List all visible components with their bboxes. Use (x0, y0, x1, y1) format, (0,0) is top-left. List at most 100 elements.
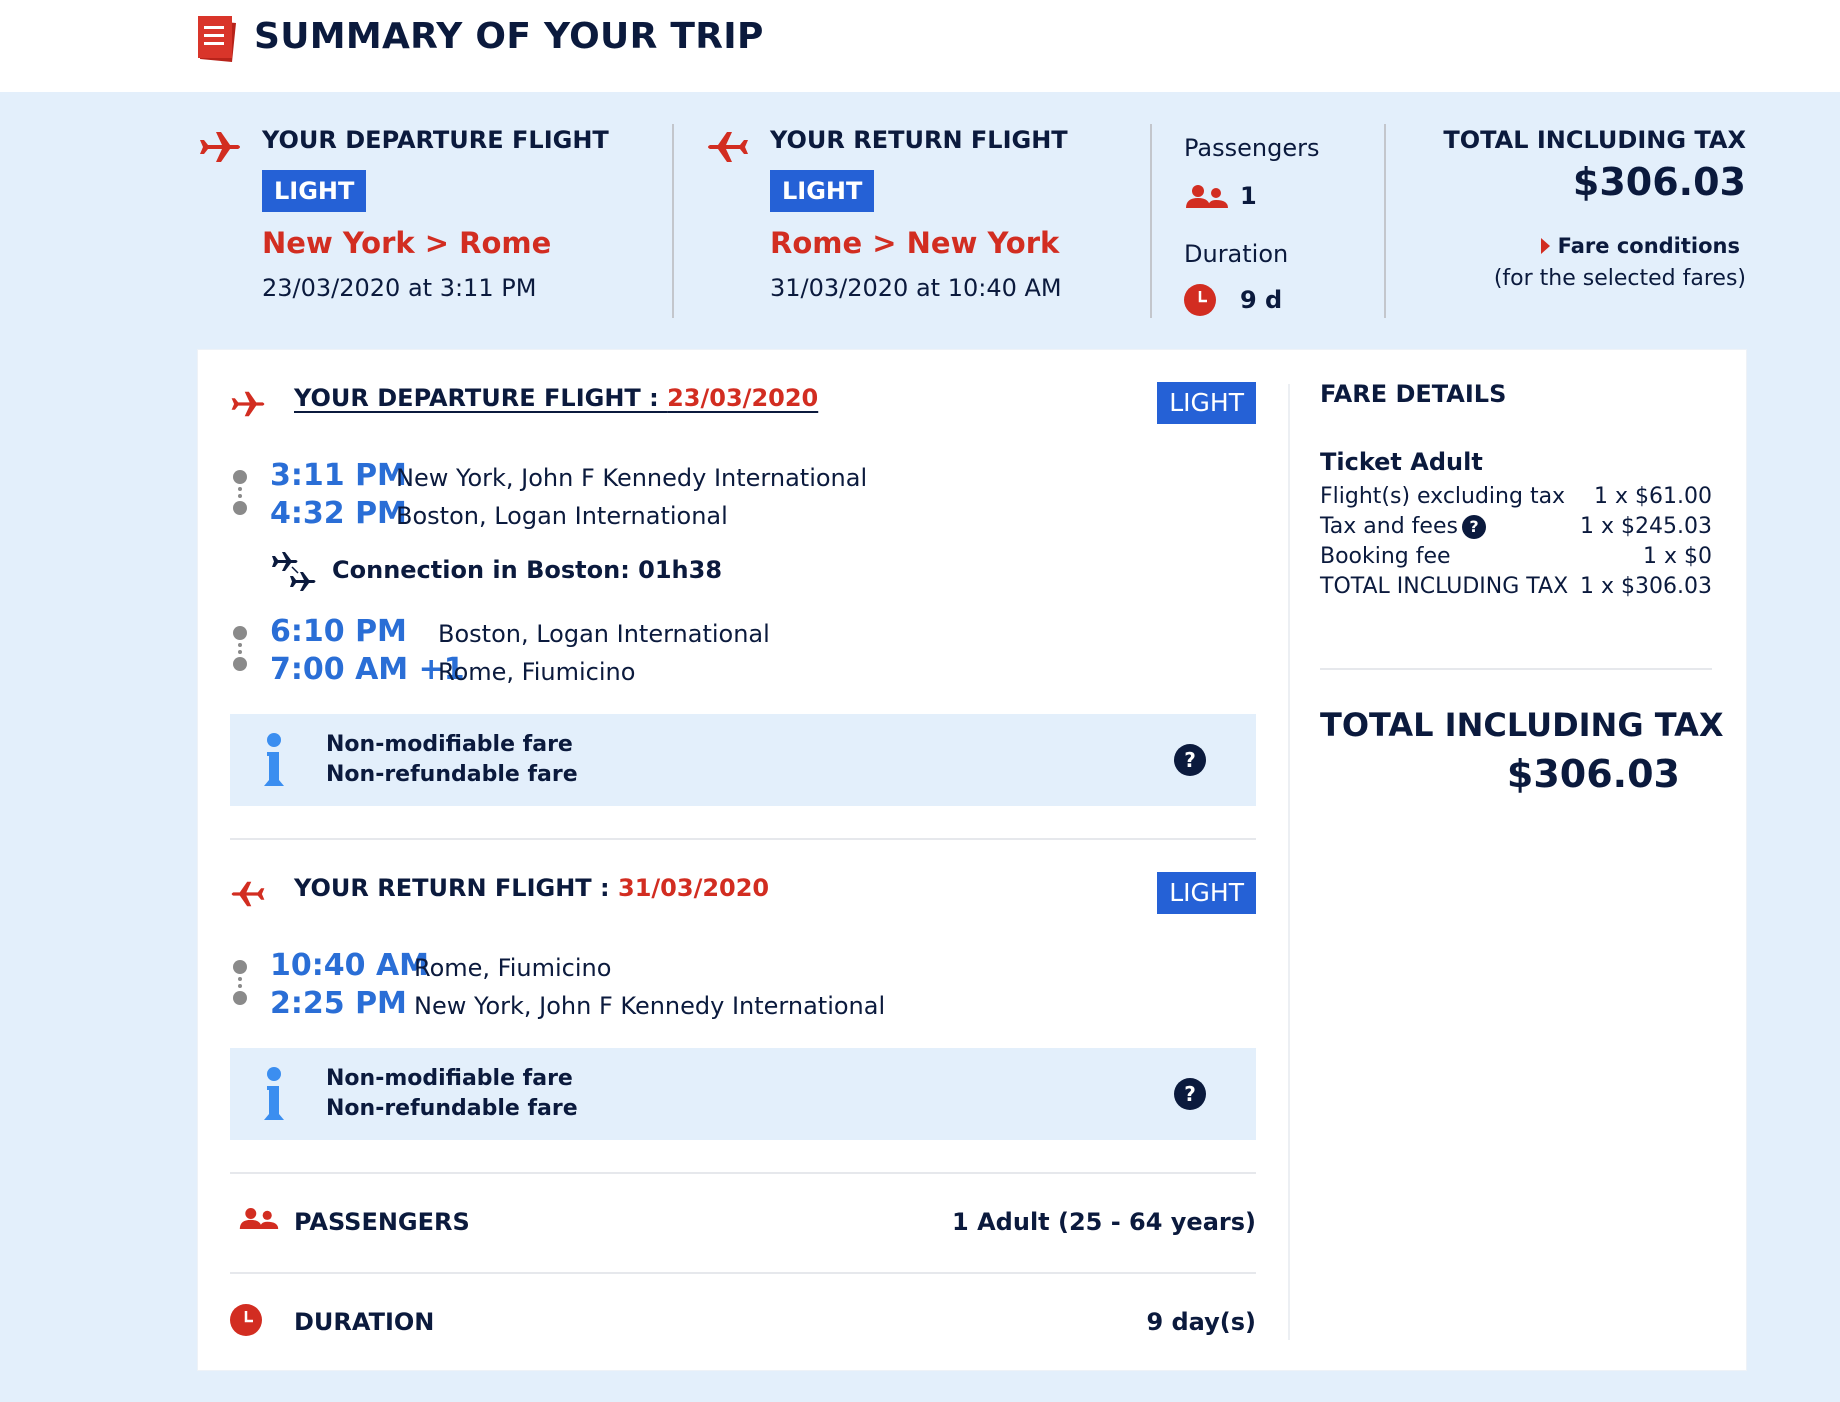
fare-row-label: TOTAL INCLUDING TAX (1320, 574, 1568, 599)
plane-departure-icon (230, 390, 266, 418)
divider (230, 1272, 1256, 1274)
plane-return-icon (706, 130, 750, 164)
return-heading-label: YOUR RETURN FLIGHT : (294, 874, 618, 902)
arrival-time: 4:32 PM (270, 496, 407, 531)
plane-return-icon (230, 880, 266, 908)
passengers-row: PASSENGERS 1 Adult (25 - 64 years) (230, 1198, 1256, 1248)
leg-timeline (232, 626, 250, 672)
divider (230, 838, 1256, 840)
arrival-place: Rome, Fiumicino (438, 658, 635, 686)
fare-conditions-box: Non-modifiable fare Non-refundable fare … (230, 714, 1256, 806)
departure-time: 6:10 PM (270, 614, 407, 649)
return-datetime: 31/03/2020 at 10:40 AM (770, 274, 1062, 302)
passengers-label: Passengers (1184, 134, 1319, 162)
trip-details-card: YOUR DEPARTURE FLIGHT : 23/03/2020 LIGHT… (198, 350, 1746, 1370)
flight-details: YOUR DEPARTURE FLIGHT : 23/03/2020 LIGHT… (230, 350, 1256, 1370)
fare-row-label: Booking fee (1320, 544, 1451, 569)
departure-place: Rome, Fiumicino (414, 954, 611, 982)
arrival-time: 7:00 AM +1 (270, 652, 465, 687)
departure-time: 10:40 AM (270, 948, 429, 983)
departure-datetime: 23/03/2020 at 3:11 PM (262, 274, 536, 302)
info-icon (260, 732, 288, 788)
fare-row-value: 1 x $61.00 (1594, 484, 1712, 509)
summary-departure: YOUR DEPARTURE FLIGHT LIGHT New York > R… (196, 92, 672, 350)
fare-conditions-link[interactable]: Fare conditions (1541, 234, 1740, 258)
departure-fare-badge: LIGHT (262, 170, 366, 212)
condition-line: Non-modifiable fare (326, 1066, 573, 1091)
fare-conditions-box: Non-modifiable fare Non-refundable fare … (230, 1048, 1256, 1140)
help-icon[interactable]: ? (1462, 515, 1486, 539)
divider (1384, 124, 1386, 318)
summary-return: YOUR RETURN FLIGHT LIGHT Rome > New York… (704, 92, 1150, 350)
clock-icon (230, 1304, 262, 1336)
departure-section-heading[interactable]: YOUR DEPARTURE FLIGHT : 23/03/2020 (294, 384, 818, 412)
return-fare-badge: LIGHT (1157, 872, 1256, 914)
divider (230, 1172, 1256, 1174)
page-title: SUMMARY OF YOUR TRIP (254, 16, 764, 57)
fare-details-title: FARE DETAILS (1320, 380, 1506, 408)
passengers-value: 1 Adult (25 - 64 years) (952, 1208, 1256, 1236)
fare-row: Booking fee 1 x $0 (1320, 544, 1712, 574)
return-fare-badge: LIGHT (770, 170, 874, 212)
departure-route: New York > Rome (262, 226, 551, 260)
people-icon (238, 1206, 280, 1232)
departure-caption: YOUR DEPARTURE FLIGHT (262, 126, 609, 154)
divider (1288, 384, 1290, 1340)
arrival-place: Boston, Logan International (396, 502, 728, 530)
fare-row: Flight(s) excluding tax 1 x $61.00 (1320, 484, 1712, 514)
help-icon[interactable]: ? (1174, 744, 1206, 776)
summary-total-caption: TOTAL INCLUDING TAX (1443, 126, 1746, 154)
departure-fare-badge: LIGHT (1157, 382, 1256, 424)
fare-row: TOTAL INCLUDING TAX 1 x $306.03 (1320, 574, 1712, 604)
fare-row: Tax and fees? 1 x $245.03 (1320, 514, 1712, 544)
caret-right-icon (1541, 238, 1550, 254)
fare-total-caption: TOTAL INCLUDING TAX (1320, 706, 1724, 744)
divider (1320, 668, 1712, 670)
clock-icon (1184, 284, 1216, 316)
fare-row-value: 1 x $0 (1643, 544, 1712, 569)
page-header: SUMMARY OF YOUR TRIP (0, 0, 1840, 92)
condition-line: Non-refundable fare (326, 1096, 578, 1121)
duration-row: DURATION 9 day(s) (230, 1298, 1256, 1348)
summary-total-amount: $306.03 (1573, 160, 1746, 204)
duration-value: 9 d (1240, 286, 1282, 314)
fare-row-label: Flight(s) excluding tax (1320, 484, 1565, 509)
condition-line: Non-modifiable fare (326, 732, 573, 757)
return-date: 31/03/2020 (618, 874, 769, 902)
fare-row-label-wrap: Tax and fees? (1320, 514, 1486, 539)
fare-row-value: 1 x $245.03 (1580, 514, 1712, 539)
duration-label: Duration (1184, 240, 1288, 268)
departure-place: New York, John F Kennedy International (396, 464, 867, 492)
return-section-heading[interactable]: YOUR RETURN FLIGHT : 31/03/2020 (294, 874, 769, 902)
departure-date: 23/03/2020 (667, 384, 818, 412)
arrival-time: 2:25 PM (270, 986, 407, 1021)
people-icon (1184, 184, 1230, 210)
return-route: Rome > New York (770, 226, 1059, 260)
info-icon (260, 1066, 288, 1122)
fare-conditions-note: (for the selected fares) (1494, 266, 1746, 291)
return-caption: YOUR RETURN FLIGHT (770, 126, 1068, 154)
passengers-count: 1 (1240, 182, 1257, 210)
fare-total-amount: $306.03 (1507, 752, 1680, 796)
departure-heading-label: YOUR DEPARTURE FLIGHT : (294, 384, 667, 412)
departure-place: Boston, Logan International (438, 620, 770, 648)
connection-planes-icon (270, 550, 320, 594)
condition-line: Non-refundable fare (326, 762, 578, 787)
ticket-type: Ticket Adult (1320, 448, 1483, 476)
trip-summary-band: YOUR DEPARTURE FLIGHT LIGHT New York > R… (0, 92, 1840, 350)
connection-info: Connection in Boston: 01h38 (332, 556, 722, 584)
arrival-place: New York, John F Kennedy International (414, 992, 885, 1020)
document-list-icon (196, 14, 238, 62)
duration-label: DURATION (294, 1308, 434, 1336)
duration-value: 9 day(s) (1146, 1308, 1256, 1336)
summary-passengers-duration: Passengers 1 Duration 9 d (1152, 92, 1384, 350)
leg-timeline (232, 960, 250, 1006)
passengers-label: PASSENGERS (294, 1208, 470, 1236)
fare-conditions-label[interactable]: Fare conditions (1558, 234, 1740, 258)
fare-row-label: Tax and fees (1320, 514, 1458, 539)
plane-departure-icon (198, 130, 242, 164)
divider (672, 124, 674, 318)
departure-time: 3:11 PM (270, 458, 407, 493)
fare-row-value: 1 x $306.03 (1580, 574, 1712, 599)
help-icon[interactable]: ? (1174, 1078, 1206, 1110)
